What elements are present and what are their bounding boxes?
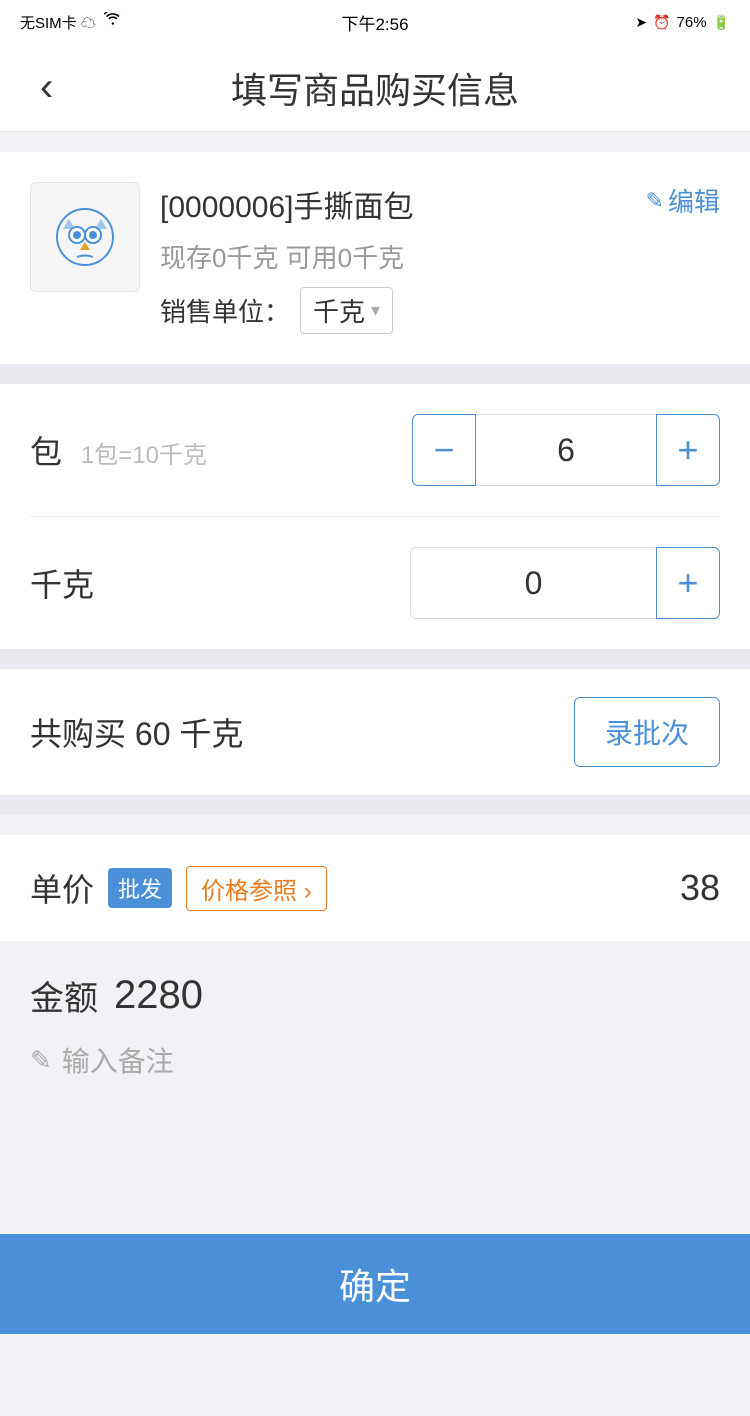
kg-quantity-input[interactable]	[410, 547, 656, 619]
no-sim-text: 无SIM卡 ☁	[20, 12, 96, 33]
bao-plus-button[interactable]: +	[656, 414, 720, 486]
status-right: ➤ ⏰ 76% 🔋	[635, 14, 730, 31]
location-icon: ➤	[635, 14, 647, 31]
wifi-icon	[104, 12, 126, 32]
amount-row: 金额 2280	[30, 971, 720, 1020]
kg-label: 千克	[30, 560, 410, 606]
nav-bar: ‹ 填写商品购买信息	[0, 44, 750, 132]
kg-plus-button[interactable]: +	[656, 547, 720, 619]
price-ref-button[interactable]: 价格参照 ›	[186, 866, 327, 911]
amount-value: 2280	[114, 973, 203, 1018]
product-name: [0000006]手撕面包	[160, 182, 413, 226]
price-row: 单价 批发 价格参照 › 38	[30, 865, 720, 911]
tag-pifa: 批发	[108, 868, 172, 908]
bao-hint: 1包=10千克	[81, 442, 207, 469]
product-info: [0000006]手撕面包 ✎ 编辑 现存0千克 可用0千克 销售单位： 千克 …	[160, 182, 720, 334]
plus-icon: +	[677, 429, 698, 471]
status-time: 下午2:56	[341, 10, 408, 35]
edit-icon: ✎	[646, 188, 664, 214]
status-bar: 无SIM卡 ☁ 下午2:56 ➤ ⏰ 76% 🔋	[0, 0, 750, 44]
input-section: 包 1包=10千克 − + 千克 +	[0, 384, 750, 649]
kg-controls: +	[410, 547, 720, 619]
bao-minus-button[interactable]: −	[412, 414, 476, 486]
product-logo	[55, 207, 115, 267]
status-left: 无SIM卡 ☁	[20, 12, 126, 33]
separator-1	[0, 364, 750, 384]
remark-row[interactable]: ✎ 输入备注	[30, 1040, 720, 1080]
price-value: 38	[680, 867, 720, 909]
total-section: 共购买 60 千克 录批次	[0, 669, 750, 795]
price-section: 单价 批发 价格参照 › 38	[0, 835, 750, 941]
unit-label: 销售单位：	[160, 292, 290, 329]
product-unit: 销售单位： 千克 ▾	[160, 287, 720, 334]
product-card: [0000006]手撕面包 ✎ 编辑 现存0千克 可用0千克 销售单位： 千克 …	[0, 152, 750, 364]
separator-3	[0, 795, 750, 815]
dropdown-icon: ▾	[371, 300, 380, 321]
battery-text: 76%	[677, 14, 707, 31]
amount-section: 金额 2280 ✎ 输入备注	[0, 941, 750, 1096]
total-text: 共购买 60 千克	[30, 709, 243, 755]
pencil-icon: ✎	[30, 1045, 52, 1076]
unit-selector[interactable]: 千克 ▾	[300, 287, 393, 334]
edit-button[interactable]: ✎ 编辑	[646, 182, 720, 219]
remark-placeholder: 输入备注	[62, 1040, 174, 1080]
alarm-icon: ⏰	[653, 14, 670, 31]
price-left: 单价 批发 价格参照 ›	[30, 865, 327, 911]
batch-button[interactable]: 录批次	[574, 697, 720, 767]
bao-quantity-input[interactable]	[476, 414, 656, 486]
product-stock: 现存0千克 可用0千克	[160, 238, 720, 275]
bao-input-row: 包 1包=10千克 − +	[30, 384, 720, 517]
price-label: 单价	[30, 865, 94, 911]
product-image	[30, 182, 140, 292]
bao-controls: − +	[412, 414, 720, 486]
edit-label: 编辑	[668, 182, 720, 219]
unit-value: 千克	[313, 292, 365, 329]
kg-plus-icon: +	[677, 562, 698, 604]
confirm-bar[interactable]: 确定	[0, 1234, 750, 1334]
separator-2	[0, 649, 750, 669]
back-button[interactable]: ‹	[30, 55, 63, 120]
bao-label: 包 1包=10千克	[30, 427, 412, 473]
kg-input-row: 千克 +	[30, 517, 720, 649]
amount-label: 金额	[30, 971, 98, 1020]
confirm-text: 确定	[339, 1258, 411, 1310]
battery-icon: 🔋	[713, 14, 730, 31]
page-title: 填写商品购买信息	[231, 62, 519, 114]
minus-icon: −	[433, 429, 454, 471]
